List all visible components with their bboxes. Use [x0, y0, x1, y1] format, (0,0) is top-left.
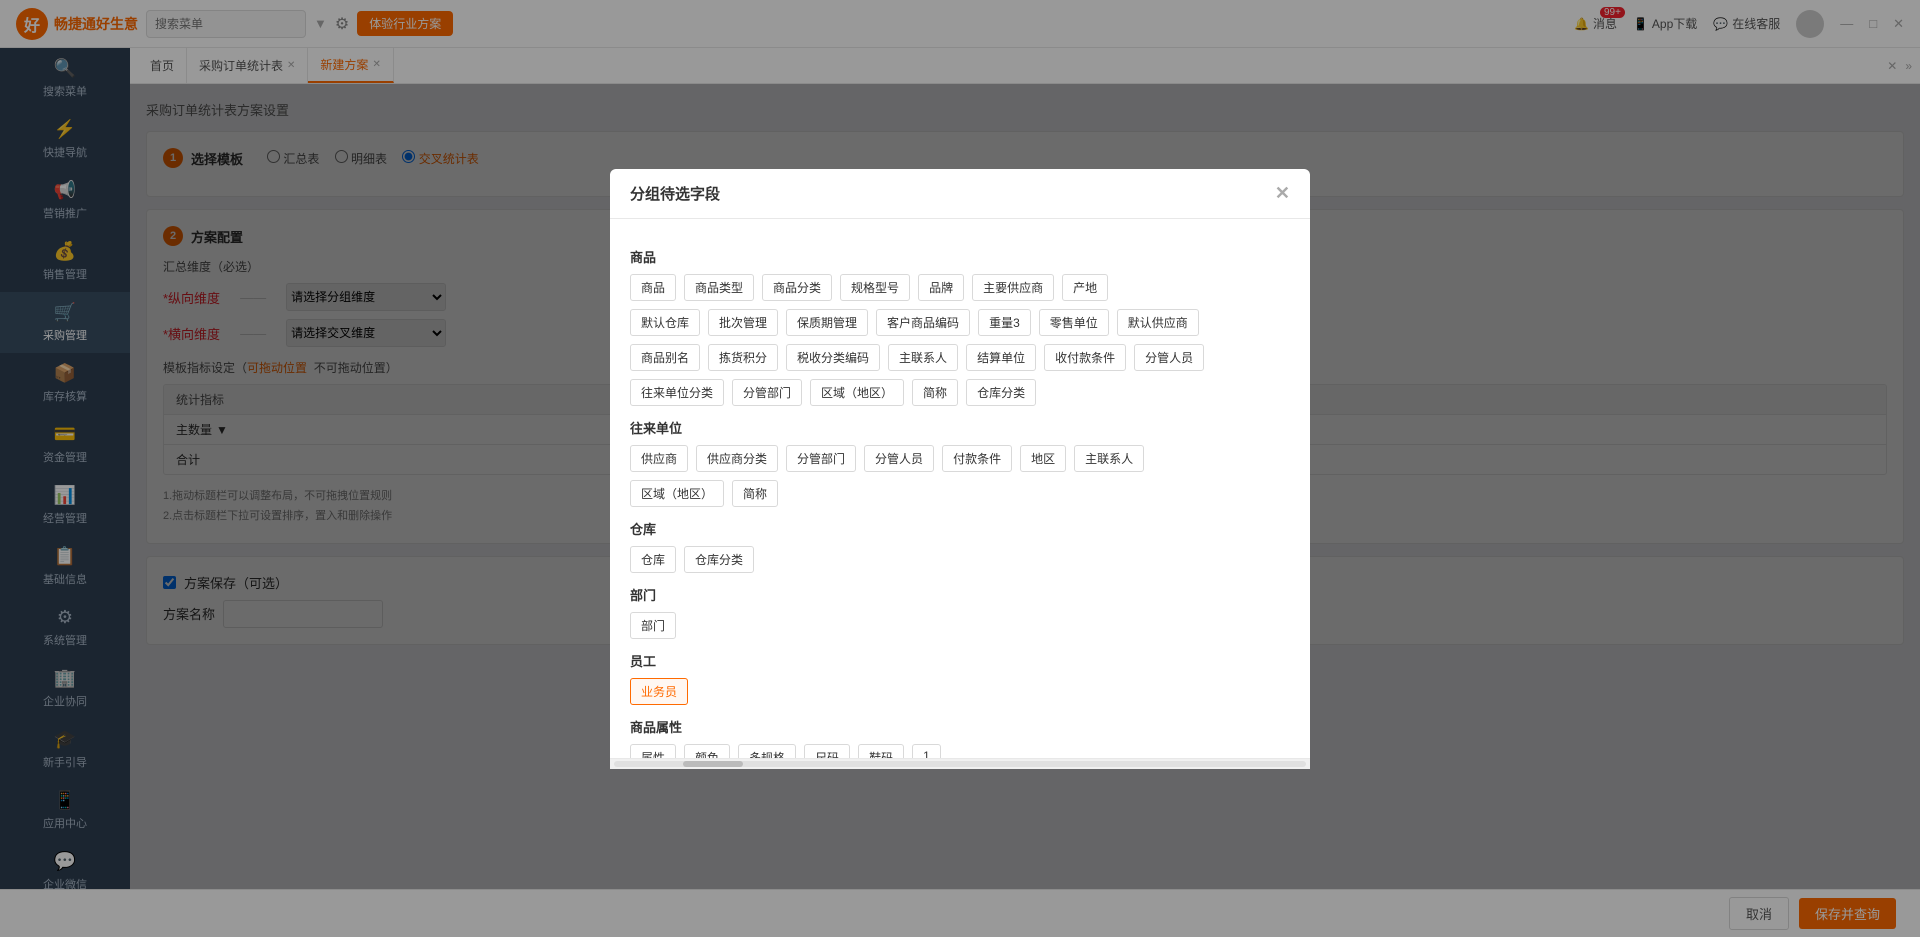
field-tag[interactable]: 往来单位分类 — [630, 379, 724, 406]
field-tag[interactable]: 商品别名 — [630, 344, 700, 371]
field-tag-employee[interactable]: 业务员 — [630, 678, 688, 705]
field-tag[interactable]: 产地 — [1062, 274, 1108, 301]
field-tag[interactable]: 保质期管理 — [786, 309, 868, 336]
field-tag[interactable]: 区域（地区） — [810, 379, 904, 406]
field-tag[interactable]: 品牌 — [918, 274, 964, 301]
field-tag[interactable]: 仓库分类 — [966, 379, 1036, 406]
section-title-department: 部门 — [630, 585, 1290, 604]
modal-title: 分组待选字段 — [630, 183, 720, 204]
field-tag[interactable]: 零售单位 — [1039, 309, 1109, 336]
modal-header: 分组待选字段 ✕ — [610, 169, 1310, 219]
field-tag[interactable]: 1 — [912, 744, 941, 758]
field-tag[interactable]: 结算单位 — [966, 344, 1036, 371]
field-tag[interactable]: 拣货积分 — [708, 344, 778, 371]
field-tag[interactable]: 分管部门 — [732, 379, 802, 406]
field-select-modal: 分组待选字段 ✕ 商品 商品 商品类型 商品分类 规格型号 品牌 主要供应商 产… — [610, 169, 1310, 769]
field-tag[interactable]: 分管人员 — [864, 445, 934, 472]
field-tag[interactable]: 尺码 — [804, 744, 850, 758]
field-tag[interactable]: 仓库 — [630, 546, 676, 573]
field-tag[interactable]: 地区 — [1020, 445, 1066, 472]
field-grid-product-2: 默认仓库 批次管理 保质期管理 客户商品编码 重量3 零售单位 默认供应商 — [630, 309, 1290, 336]
field-tag[interactable]: 简称 — [912, 379, 958, 406]
field-tag[interactable]: 仓库分类 — [684, 546, 754, 573]
section-title-warehouse: 仓库 — [630, 519, 1290, 538]
field-tag[interactable]: 简称 — [732, 480, 778, 507]
field-grid-employee: 业务员 — [630, 678, 1290, 705]
field-grid-product: 商品 商品类型 商品分类 规格型号 品牌 主要供应商 产地 — [630, 274, 1290, 301]
field-tag[interactable]: 规格型号 — [840, 274, 910, 301]
field-grid-partner-2: 区域（地区） 简称 — [630, 480, 1290, 507]
section-title-product-attr: 商品属性 — [630, 717, 1290, 736]
hscroll-thumb[interactable] — [683, 761, 743, 767]
field-tag[interactable]: 默认仓库 — [630, 309, 700, 336]
field-tag[interactable]: 属性 — [630, 744, 676, 758]
field-tag[interactable]: 主要供应商 — [972, 274, 1054, 301]
field-tag[interactable]: 供应商分类 — [696, 445, 778, 472]
modal-hscrollbar[interactable] — [610, 758, 1310, 769]
hscroll-track — [614, 761, 1306, 767]
field-tag[interactable]: 分管人员 — [1134, 344, 1204, 371]
field-tag[interactable]: 供应商 — [630, 445, 688, 472]
field-grid-product-4: 往来单位分类 分管部门 区域（地区） 简称 仓库分类 — [630, 379, 1290, 406]
field-tag[interactable]: 收付款条件 — [1044, 344, 1126, 371]
field-tag[interactable]: 部门 — [630, 612, 676, 639]
field-grid-warehouse: 仓库 仓库分类 — [630, 546, 1290, 573]
field-tag[interactable]: 鞋码 — [858, 744, 904, 758]
field-tag[interactable]: 商品分类 — [762, 274, 832, 301]
modal-overlay: 分组待选字段 ✕ 商品 商品 商品类型 商品分类 规格型号 品牌 主要供应商 产… — [0, 0, 1920, 937]
field-grid-product-3: 商品别名 拣货积分 税收分类编码 主联系人 结算单位 收付款条件 分管人员 — [630, 344, 1290, 371]
field-grid-product-attr: 属性 颜色 多规格 尺码 鞋码 1 — [630, 744, 1290, 758]
field-grid-department: 部门 — [630, 612, 1290, 639]
modal-body: 商品 商品 商品类型 商品分类 规格型号 品牌 主要供应商 产地 默认仓库 批次… — [610, 219, 1310, 758]
section-title-product: 商品 — [630, 247, 1290, 266]
field-tag[interactable]: 主联系人 — [1074, 445, 1144, 472]
modal-close-btn[interactable]: ✕ — [1275, 183, 1290, 204]
field-tag[interactable]: 区域（地区） — [630, 480, 724, 507]
field-tag[interactable]: 客户商品编码 — [876, 309, 970, 336]
field-tag[interactable]: 多规格 — [738, 744, 796, 758]
field-tag[interactable]: 主联系人 — [888, 344, 958, 371]
field-tag[interactable]: 颜色 — [684, 744, 730, 758]
field-tag[interactable]: 默认供应商 — [1117, 309, 1199, 336]
field-tag[interactable]: 税收分类编码 — [786, 344, 880, 371]
field-tag[interactable]: 重量3 — [978, 309, 1031, 336]
field-tag[interactable]: 商品类型 — [684, 274, 754, 301]
field-tag[interactable]: 批次管理 — [708, 309, 778, 336]
section-title-employee: 员工 — [630, 651, 1290, 670]
field-tag[interactable]: 付款条件 — [942, 445, 1012, 472]
field-grid-partner: 供应商 供应商分类 分管部门 分管人员 付款条件 地区 主联系人 — [630, 445, 1290, 472]
section-title-partner: 往来单位 — [630, 418, 1290, 437]
field-tag[interactable]: 商品 — [630, 274, 676, 301]
field-tag[interactable]: 分管部门 — [786, 445, 856, 472]
